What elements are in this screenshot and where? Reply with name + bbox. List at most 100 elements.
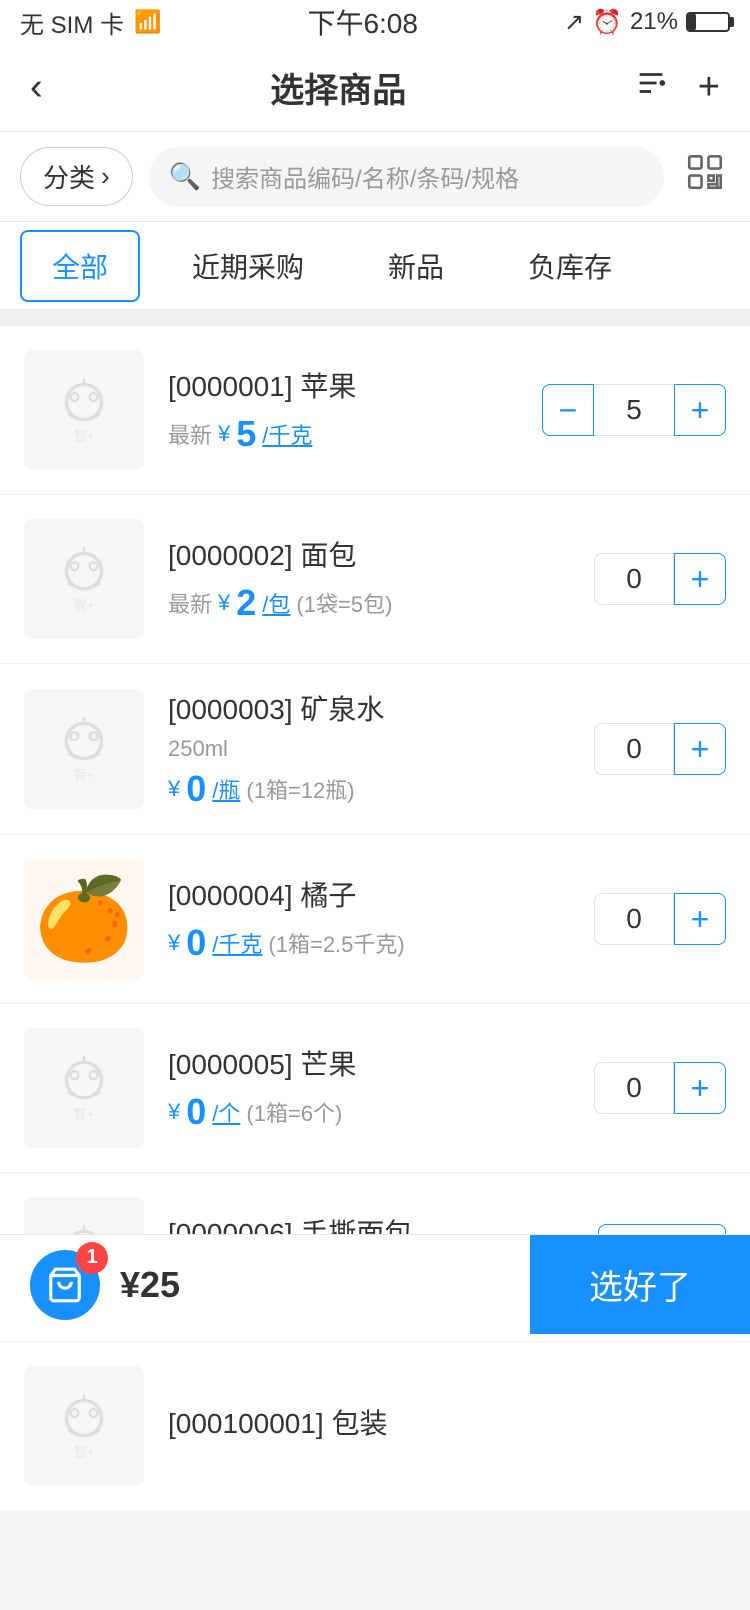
cart-total: ¥25: [120, 1264, 180, 1306]
quantity-input[interactable]: [594, 723, 674, 775]
placeholder-icon: 智+: [44, 709, 124, 789]
quantity-input[interactable]: [594, 553, 674, 605]
cart-badge: 1: [76, 1242, 108, 1274]
product-info: [0000005] 芒果 ¥ 0 /个 (1箱=6个): [168, 1043, 594, 1133]
placeholder-icon: 智+: [44, 370, 124, 450]
table-row: 智+ [000100001] 包装: [0, 1342, 750, 1510]
tab-negative-stock[interactable]: 负库存: [496, 230, 644, 302]
cart-section: 1 ¥25: [0, 1250, 530, 1320]
price-label: 最新: [168, 587, 212, 619]
scan-button[interactable]: [680, 151, 730, 202]
increase-button[interactable]: +: [674, 723, 726, 775]
product-price-row: ¥ 0 /个 (1箱=6个): [168, 1091, 594, 1133]
status-left: 无 SIM 卡 📶: [20, 5, 161, 40]
product-name: [0000002] 面包: [168, 534, 594, 574]
product-image: 智+: [24, 519, 144, 639]
price-extra: (1箱=6个): [246, 1096, 342, 1128]
product-info: [0000002] 面包 最新 ¥ 2 /包 (1袋=5包): [168, 534, 594, 624]
price-extra: (1袋=5包): [296, 587, 392, 619]
filter-icon[interactable]: [634, 66, 668, 109]
nav-actions: +: [634, 66, 720, 109]
add-button[interactable]: +: [698, 66, 720, 109]
increase-button[interactable]: +: [674, 384, 726, 436]
price-number: 0: [186, 768, 206, 810]
table-row: 智+ [0000003] 矿泉水 250ml ¥ 0 /瓶 (1箱=12瓶) +: [0, 664, 750, 835]
tab-new[interactable]: 新品: [356, 230, 476, 302]
price-number: 5: [236, 413, 256, 455]
product-image: 智+: [24, 1366, 144, 1486]
status-time: 下午6:08: [307, 2, 418, 42]
cart-icon-wrap[interactable]: 1: [30, 1250, 100, 1320]
quantity-controls: +: [594, 553, 726, 605]
confirm-button[interactable]: 选好了: [530, 1235, 750, 1334]
table-row: 智+ [0000001] 苹果 最新 ¥ 5 /千克 − +: [0, 326, 750, 495]
product-name: [000100001] 包装: [168, 1402, 726, 1442]
table-row: 智+ [0000002] 面包 最新 ¥ 2 /包 (1袋=5包) +: [0, 495, 750, 664]
svg-text:智+: 智+: [74, 1106, 94, 1121]
price-number: 2: [236, 582, 256, 624]
quantity-input[interactable]: [594, 384, 674, 436]
product-price-row: 最新 ¥ 2 /包 (1袋=5包): [168, 582, 594, 624]
product-price-row: 最新 ¥ 5 /千克: [168, 413, 542, 455]
product-image: 智+: [24, 689, 144, 809]
product-image: 智+: [24, 350, 144, 470]
product-name: [0000001] 苹果: [168, 365, 542, 405]
status-right: ↗ ⏰ 21%: [564, 8, 730, 37]
placeholder-icon: 智+: [44, 539, 124, 619]
product-info: [0000004] 橘子 ¥ 0 /千克 (1箱=2.5千克): [168, 874, 594, 964]
decrease-button[interactable]: −: [542, 384, 594, 436]
page-title: 选择商品: [270, 63, 406, 112]
placeholder-icon: 智+: [44, 1048, 124, 1128]
increase-button[interactable]: +: [674, 1062, 726, 1114]
quantity-input[interactable]: [594, 893, 674, 945]
price-unit: /个: [212, 1096, 240, 1128]
product-image: 智+: [24, 1028, 144, 1148]
search-placeholder: 搜索商品编码/名称/条码/规格: [211, 159, 519, 194]
price-currency: ¥: [218, 590, 230, 616]
svg-text:智+: 智+: [74, 428, 94, 443]
category-arrow-icon: ›: [101, 161, 110, 192]
battery-fill: [688, 14, 696, 30]
price-unit: /包: [262, 587, 290, 619]
nav-bar: ‹ 选择商品 +: [0, 44, 750, 132]
tab-recent-purchase[interactable]: 近期采购: [160, 230, 336, 302]
tab-all[interactable]: 全部: [20, 230, 140, 302]
cart-icon: [46, 1266, 84, 1304]
search-icon: 🔍: [169, 161, 201, 192]
price-currency: ¥: [168, 1099, 180, 1125]
svg-text:智+: 智+: [74, 597, 94, 612]
carrier-label: 无 SIM 卡: [20, 5, 124, 40]
product-price-row: ¥ 0 /瓶 (1箱=12瓶): [168, 768, 594, 810]
quantity-input[interactable]: [594, 1062, 674, 1114]
increase-button[interactable]: +: [674, 553, 726, 605]
price-extra: (1箱=2.5千克): [268, 927, 404, 959]
product-photo: 🍊: [34, 879, 134, 959]
price-unit: /千克: [262, 418, 312, 450]
alarm-icon: ⏰: [592, 8, 622, 37]
product-info: [0000003] 矿泉水 250ml ¥ 0 /瓶 (1箱=12瓶): [168, 688, 594, 810]
table-row: 智+ [0000005] 芒果 ¥ 0 /个 (1箱=6个) +: [0, 1004, 750, 1173]
filter-row: 分类 › 🔍 搜索商品编码/名称/条码/规格: [0, 132, 750, 222]
wifi-icon: 📶: [134, 9, 161, 35]
quantity-controls: +: [594, 723, 726, 775]
tabs-row: 全部 近期采购 新品 负库存: [0, 222, 750, 310]
table-row: 🍊 [0000004] 橘子 ¥ 0 /千克 (1箱=2.5千克) +: [0, 835, 750, 1004]
price-label: 最新: [168, 418, 212, 450]
price-currency: ¥: [168, 930, 180, 956]
price-number: 0: [186, 922, 206, 964]
search-box[interactable]: 🔍 搜索商品编码/名称/条码/规格: [149, 147, 664, 207]
quantity-controls: +: [594, 893, 726, 945]
price-unit: /瓶: [212, 773, 240, 805]
price-number: 0: [186, 1091, 206, 1133]
placeholder-icon: 智+: [44, 1386, 124, 1466]
quantity-controls: +: [594, 1062, 726, 1114]
section-divider: [0, 310, 750, 326]
battery-bar: [686, 12, 730, 32]
category-button[interactable]: 分类 ›: [20, 147, 133, 206]
location-icon: ↗: [564, 8, 584, 37]
back-button[interactable]: ‹: [30, 66, 43, 109]
product-image: 🍊: [24, 859, 144, 979]
price-unit: /千克: [212, 927, 262, 959]
increase-button[interactable]: +: [674, 893, 726, 945]
product-price-row: ¥ 0 /千克 (1箱=2.5千克): [168, 922, 594, 964]
